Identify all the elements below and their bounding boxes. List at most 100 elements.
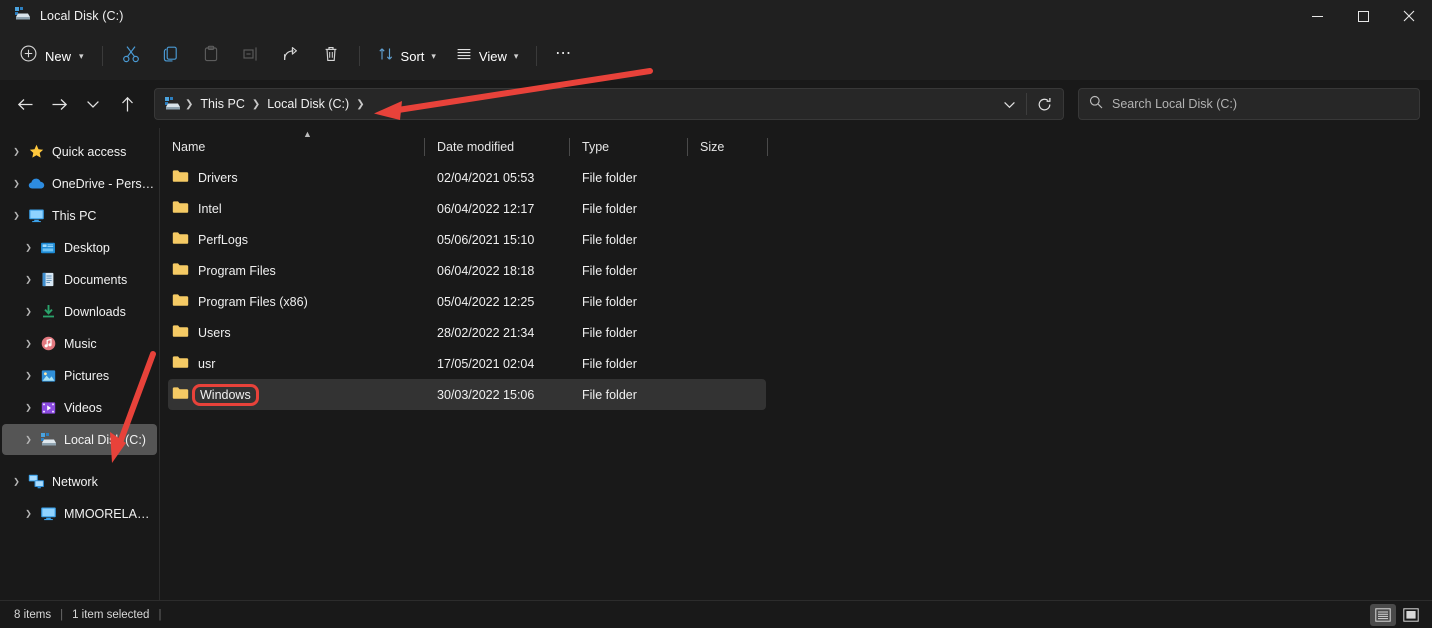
view-toggle-group xyxy=(1370,601,1424,628)
file-name-cell: Users xyxy=(168,324,425,341)
column-header-name[interactable]: Name ▲ xyxy=(160,129,425,162)
table-row[interactable]: Drivers 02/04/2021 05:53 File folder xyxy=(168,162,766,193)
file-type-cell: File folder xyxy=(582,201,637,216)
music-icon xyxy=(37,336,59,351)
view-button[interactable]: View ▾ xyxy=(446,40,528,72)
file-date-cell: 05/04/2022 12:25 xyxy=(437,294,535,309)
file-name-cell: Drivers xyxy=(168,169,425,186)
file-name-cell: Intel xyxy=(168,200,425,217)
breadcrumb-chevron-icon[interactable]: ❯ xyxy=(184,99,194,110)
breadcrumb-chevron-icon[interactable]: ❯ xyxy=(355,99,365,110)
see-more-button[interactable]: ⋯ xyxy=(545,40,583,72)
sidebar-item-quick-access[interactable]: ❯ Quick access xyxy=(2,136,157,167)
sidebar-item-documents[interactable]: ❯ Documents xyxy=(2,264,157,295)
delete-icon xyxy=(322,45,340,68)
folder-icon xyxy=(172,200,189,217)
cloud-icon xyxy=(25,177,47,190)
file-date-cell: 06/04/2022 18:18 xyxy=(437,263,535,278)
window-title: Local Disk (C:) xyxy=(40,9,124,23)
downloads-icon xyxy=(37,304,59,319)
minimize-icon[interactable] xyxy=(1294,0,1340,32)
local-disk-icon xyxy=(163,96,184,112)
address-bar: ❯ This PC ❯ Local Disk (C:) ❯ xyxy=(0,80,1432,128)
breadcrumb-chevron-icon[interactable]: ❯ xyxy=(251,99,261,110)
cut-icon xyxy=(122,45,140,68)
rename-icon xyxy=(242,45,260,68)
file-type-cell: File folder xyxy=(582,232,637,247)
forward-button[interactable] xyxy=(43,88,75,120)
local-disk-icon xyxy=(37,432,59,448)
recent-locations-button[interactable] xyxy=(77,88,109,120)
status-divider: | xyxy=(60,608,64,621)
chevron-down-icon[interactable]: ❯ xyxy=(8,211,25,220)
chevron-down-icon[interactable]: ❯ xyxy=(8,477,25,486)
table-row[interactable]: Windows 30/03/2022 15:06 File folder xyxy=(168,379,766,410)
new-button[interactable]: New ▾ xyxy=(14,40,94,72)
column-header-size[interactable]: Size xyxy=(688,132,768,162)
previous-locations-button[interactable] xyxy=(992,89,1026,119)
details-view-button[interactable] xyxy=(1370,604,1396,626)
table-row[interactable]: usr 17/05/2021 02:04 File folder xyxy=(168,348,766,379)
sidebar-item-mmoorelaptop[interactable]: ❯ MMOORELAPTOP xyxy=(2,498,157,529)
chevron-right-icon[interactable]: ❯ xyxy=(8,179,25,188)
chevron-right-icon[interactable]: ❯ xyxy=(20,339,37,348)
breadcrumb-item-this-pc[interactable]: This PC xyxy=(194,94,250,114)
local-disk-icon xyxy=(14,6,31,27)
chevron-right-icon[interactable]: ❯ xyxy=(20,243,37,252)
chevron-right-icon[interactable]: ❯ xyxy=(20,509,37,518)
sidebar-item-pictures[interactable]: ❯ Pictures xyxy=(2,360,157,391)
sidebar-item-label: This PC xyxy=(52,208,97,223)
chevron-right-icon[interactable]: ❯ xyxy=(20,307,37,316)
folder-icon xyxy=(172,386,189,403)
chevron-right-icon[interactable]: ❯ xyxy=(20,275,37,284)
copy-button[interactable] xyxy=(151,40,191,72)
folder-icon xyxy=(172,231,189,248)
table-row[interactable]: Intel 06/04/2022 12:17 File folder xyxy=(168,193,766,224)
explorer-body: ❯ Quick access ❯ OneDrive - Personal ❯ T… xyxy=(0,128,1432,600)
breadcrumb-bar[interactable]: ❯ This PC ❯ Local Disk (C:) ❯ xyxy=(154,88,1064,120)
sidebar-item-local-disk-c[interactable]: ❯ Local Disk (C:) xyxy=(2,424,157,455)
table-row[interactable]: Program Files 06/04/2022 18:18 File fold… xyxy=(168,255,766,286)
cut-button[interactable] xyxy=(111,40,151,72)
file-type-cell: File folder xyxy=(582,387,637,402)
table-row[interactable]: Users 28/02/2022 21:34 File folder xyxy=(168,317,766,348)
chevron-right-icon[interactable]: ❯ xyxy=(20,403,37,412)
selection-count: 1 item selected xyxy=(72,608,150,621)
maximize-icon[interactable] xyxy=(1340,0,1386,32)
large-icons-view-button[interactable] xyxy=(1398,604,1424,626)
sidebar-item-downloads[interactable]: ❯ Downloads xyxy=(2,296,157,327)
sidebar-item-label: Desktop xyxy=(64,240,110,255)
table-row[interactable]: Program Files (x86) 05/04/2022 12:25 Fil… xyxy=(168,286,766,317)
sidebar-item-network[interactable]: ❯ Network xyxy=(2,466,157,497)
share-button[interactable] xyxy=(271,40,311,72)
sidebar-item-onedrive[interactable]: ❯ OneDrive - Personal xyxy=(2,168,157,199)
search-box[interactable] xyxy=(1078,88,1420,120)
delete-button[interactable] xyxy=(311,40,351,72)
chevron-right-icon[interactable]: ❯ xyxy=(8,147,25,156)
close-icon[interactable] xyxy=(1386,0,1432,32)
up-button[interactable] xyxy=(111,88,143,120)
sort-icon xyxy=(378,46,394,67)
back-button[interactable] xyxy=(9,88,41,120)
file-type-cell: File folder xyxy=(582,263,637,278)
chevron-right-icon[interactable]: ❯ xyxy=(20,435,37,444)
column-header-type[interactable]: Type xyxy=(570,132,688,162)
table-row[interactable]: PerfLogs 05/06/2021 15:10 File folder xyxy=(168,224,766,255)
copy-icon xyxy=(162,45,180,68)
sidebar-item-this-pc[interactable]: ❯ This PC xyxy=(2,200,157,231)
chevron-right-icon[interactable]: ❯ xyxy=(20,371,37,380)
toolbar-divider xyxy=(101,46,103,66)
file-name: usr xyxy=(198,356,216,371)
sidebar-item-videos[interactable]: ❯ Videos xyxy=(2,392,157,423)
breadcrumb-item-local-disk[interactable]: Local Disk (C:) xyxy=(261,94,355,114)
column-divider[interactable] xyxy=(767,138,768,156)
search-icon xyxy=(1089,95,1103,114)
sort-button[interactable]: Sort ▾ xyxy=(368,40,446,72)
sidebar-item-desktop[interactable]: ❯ Desktop xyxy=(2,232,157,263)
column-header-date-modified[interactable]: Date modified xyxy=(425,132,570,162)
sidebar-item-music[interactable]: ❯ Music xyxy=(2,328,157,359)
refresh-button[interactable] xyxy=(1027,89,1061,119)
search-input[interactable] xyxy=(1112,97,1409,111)
title-bar-left: Local Disk (C:) xyxy=(0,6,123,27)
file-rows: Drivers 02/04/2021 05:53 File folder Int… xyxy=(160,162,1432,600)
